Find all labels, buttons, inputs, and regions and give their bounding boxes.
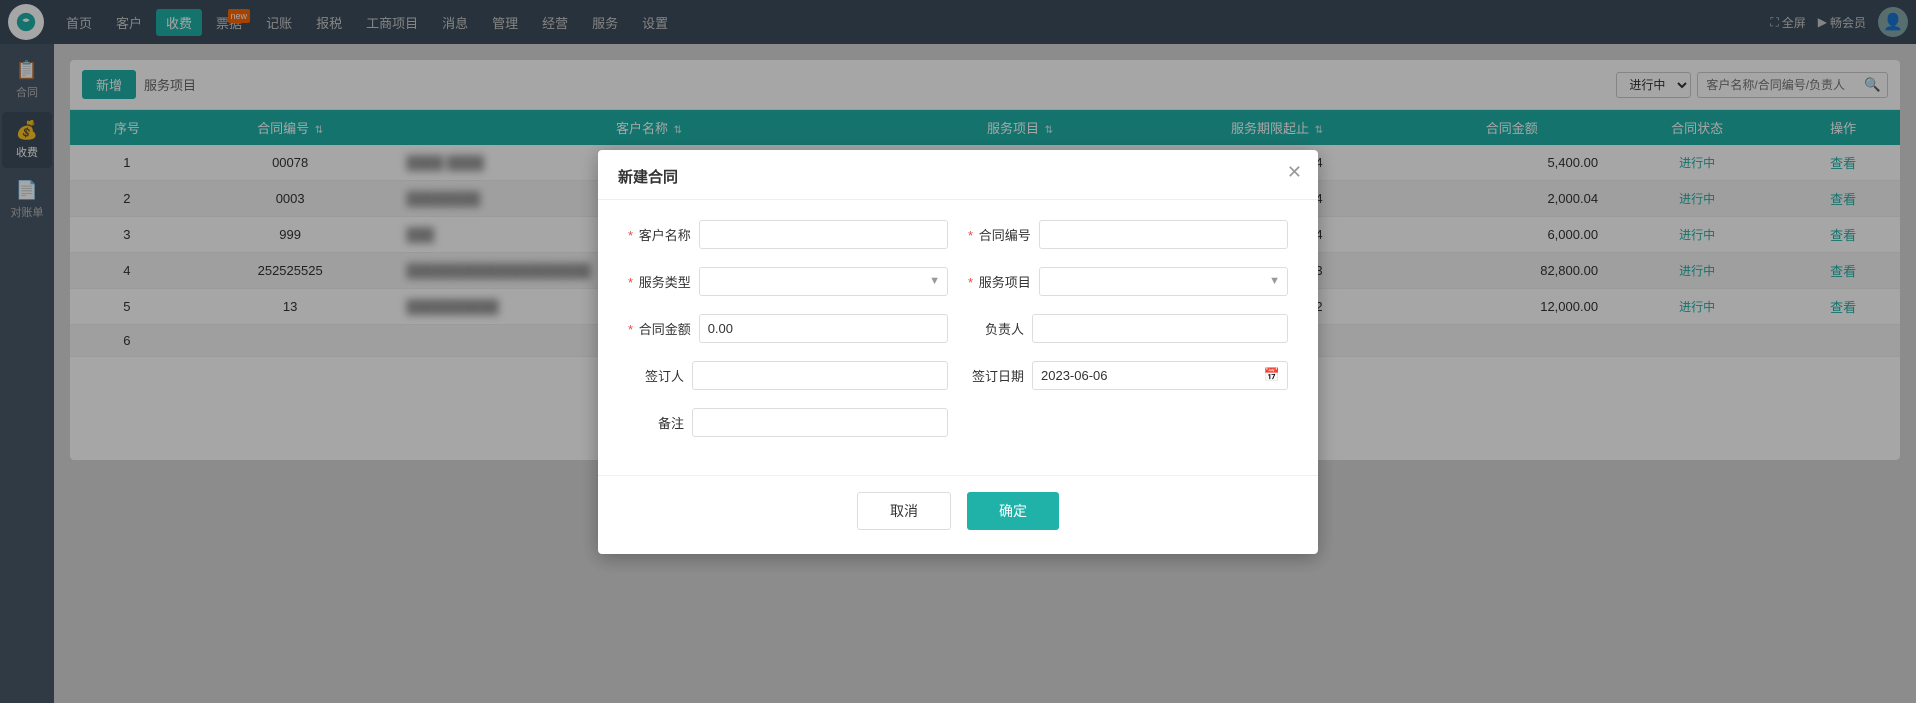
label-contract-no: 合同编号 bbox=[979, 228, 1031, 243]
field-sign-date: 签订日期 📅 bbox=[968, 361, 1288, 390]
label-signer: 签订人 bbox=[645, 369, 684, 384]
select-service-type[interactable] bbox=[699, 267, 948, 296]
required-star: * bbox=[628, 228, 633, 243]
new-contract-modal: 新建合同 ✕ * 客户名称 * 合同编号 bbox=[598, 150, 1318, 554]
input-signer[interactable] bbox=[692, 361, 948, 390]
service-type-wrapper: ▼ bbox=[699, 267, 948, 296]
input-responsible[interactable] bbox=[1032, 314, 1288, 343]
input-remarks[interactable] bbox=[692, 408, 948, 437]
label-service-type: 服务类型 bbox=[639, 275, 691, 290]
confirm-button[interactable]: 确定 bbox=[967, 492, 1059, 530]
label-contract-amount: 合同金额 bbox=[639, 322, 691, 337]
label-remarks: 备注 bbox=[658, 416, 684, 431]
input-contract-amount[interactable] bbox=[699, 314, 948, 343]
modal-header: 新建合同 bbox=[598, 150, 1318, 200]
input-customer-name[interactable] bbox=[699, 220, 948, 249]
service-item-wrapper: ▼ bbox=[1039, 267, 1288, 296]
form-row-4: 签订人 签订日期 📅 bbox=[628, 361, 1288, 390]
field-service-item: * 服务项目 ▼ bbox=[968, 267, 1288, 296]
cancel-button[interactable]: 取消 bbox=[857, 492, 951, 530]
form-row-2: * 服务类型 ▼ * 服务项目 bbox=[628, 267, 1288, 296]
form-row-1: * 客户名称 * 合同编号 bbox=[628, 220, 1288, 249]
required-star-4: * bbox=[968, 275, 973, 290]
required-star-2: * bbox=[968, 228, 973, 243]
input-sign-date[interactable] bbox=[1032, 361, 1288, 390]
field-responsible: 负责人 bbox=[968, 314, 1288, 343]
form-row-3: * 合同金额 负责人 bbox=[628, 314, 1288, 343]
input-contract-no[interactable] bbox=[1039, 220, 1288, 249]
date-wrapper: 📅 bbox=[1032, 361, 1288, 390]
select-service-item[interactable] bbox=[1039, 267, 1288, 296]
modal-title: 新建合同 bbox=[618, 169, 678, 186]
modal-footer: 取消 确定 bbox=[598, 475, 1318, 554]
field-signer: 签订人 bbox=[628, 361, 948, 390]
label-customer-name: 客户名称 bbox=[639, 228, 691, 243]
required-star-5: * bbox=[628, 322, 633, 337]
field-service-type: * 服务类型 ▼ bbox=[628, 267, 948, 296]
modal-body: * 客户名称 * 合同编号 * bbox=[598, 200, 1318, 475]
field-contract-no: * 合同编号 bbox=[968, 220, 1288, 249]
field-contract-amount: * 合同金额 bbox=[628, 314, 948, 343]
label-service-item: 服务项目 bbox=[979, 275, 1031, 290]
field-empty bbox=[968, 408, 1288, 437]
form-row-5: 备注 bbox=[628, 408, 1288, 437]
required-star-3: * bbox=[628, 275, 633, 290]
label-sign-date: 签订日期 bbox=[972, 369, 1024, 384]
label-responsible: 负责人 bbox=[985, 322, 1024, 337]
modal-close-button[interactable]: ✕ bbox=[1287, 162, 1302, 183]
field-remarks: 备注 bbox=[628, 408, 948, 437]
modal-overlay: 新建合同 ✕ * 客户名称 * 合同编号 bbox=[0, 0, 1916, 703]
field-customer-name: * 客户名称 bbox=[628, 220, 948, 249]
